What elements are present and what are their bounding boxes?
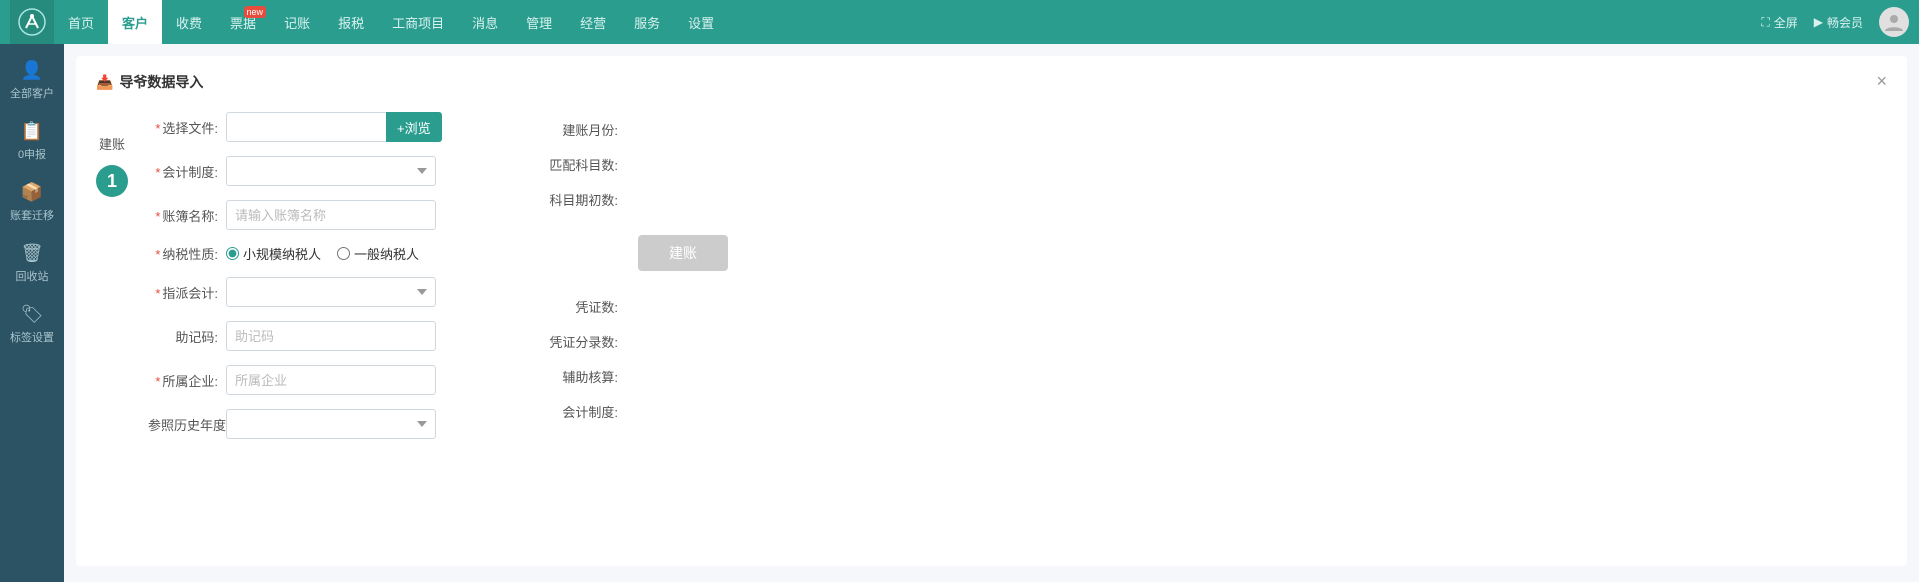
- info-row-build-month: 建账月份:: [528, 120, 728, 139]
- file-input[interactable]: [226, 112, 386, 142]
- nav-invoice[interactable]: 票据 new: [216, 0, 270, 44]
- nav-home[interactable]: 首页: [54, 0, 108, 44]
- company-label: *所属企业:: [148, 371, 218, 390]
- accounting-system-label: *会计制度:: [148, 162, 218, 181]
- history-year-row: 参照历史年度:: [148, 409, 488, 439]
- form-container: 建账 1 *选择文件: +浏览: [96, 112, 1887, 439]
- info-row-match-count: 匹配科目数:: [528, 155, 728, 174]
- sidebar-item-declare[interactable]: 📋 0申报: [0, 113, 64, 170]
- file-select-label: *选择文件:: [148, 118, 218, 137]
- info-row-voucher-entry-count: 凭证分录数:: [528, 332, 728, 351]
- step-label: 建账: [99, 134, 125, 153]
- form-fields: *选择文件: +浏览 *会计制度:: [148, 112, 488, 439]
- voucher-count-label: 凭证数:: [528, 297, 618, 316]
- recycle-icon: 🗑: [21, 243, 44, 264]
- user-avatar[interactable]: [1879, 7, 1909, 37]
- vip-icon: ▶: [1814, 15, 1823, 29]
- new-badge: new: [244, 6, 267, 18]
- right-panel: 建账月份: 匹配科目数: 科目期初数: 建账: [528, 112, 728, 439]
- vip-button[interactable]: ▶ 畅会员: [1814, 14, 1863, 31]
- voucher-entry-count-label: 凭证分录数:: [528, 332, 618, 351]
- aux-accounting-label: 辅助核算:: [528, 367, 618, 386]
- all-customers-icon: 👤: [21, 60, 43, 81]
- history-year-label: 参照历史年度:: [148, 415, 218, 434]
- fullscreen-button[interactable]: ⛶ 全屏: [1761, 14, 1797, 31]
- info-panel: 建账月份: 匹配科目数: 科目期初数: 建账: [528, 120, 728, 421]
- sidebar: 👤 全部客户 📋 0申报 📦 账套迁移 🗑 回收站 🏷 标签设置: [0, 44, 64, 582]
- memo-code-label: 助记码:: [148, 327, 218, 346]
- match-count-label: 匹配科目数:: [528, 155, 618, 174]
- nav-bookkeeping[interactable]: 记账: [270, 0, 324, 44]
- browse-button[interactable]: +浏览: [386, 112, 442, 142]
- main-layout: 👤 全部客户 📋 0申报 📦 账套迁移 🗑 回收站 🏷 标签设置 📥 导爷数据导…: [0, 44, 1919, 582]
- sidebar-item-tag-settings[interactable]: 🏷 标签设置: [0, 296, 64, 353]
- top-navigation: 首页 客户 收费 票据 new 记账 报税 工商项目 消息 管理 经营 服务 设…: [0, 0, 1919, 44]
- account-migrate-icon: 📦: [21, 182, 43, 203]
- nav-service[interactable]: 服务: [620, 0, 674, 44]
- company-input[interactable]: [226, 365, 436, 395]
- fullscreen-icon: ⛶: [1761, 15, 1769, 30]
- nav-message[interactable]: 消息: [458, 0, 512, 44]
- file-select-row: *选择文件: +浏览: [148, 112, 488, 142]
- assign-accountant-select[interactable]: [226, 277, 436, 307]
- info-row-accounting-system: 会计制度:: [528, 402, 728, 421]
- ledger-name-input[interactable]: [226, 200, 436, 230]
- nav-operation[interactable]: 经营: [566, 0, 620, 44]
- assign-accountant-row: *指派会计:: [148, 277, 488, 307]
- nav-tax[interactable]: 报税: [324, 0, 378, 44]
- build-account-button[interactable]: 建账: [638, 235, 728, 271]
- memo-code-row: 助记码:: [148, 321, 488, 351]
- accounting-system-row: *会计制度:: [148, 156, 488, 186]
- tax-general-radio[interactable]: [337, 247, 350, 260]
- page-title-icon: 📥: [96, 74, 113, 91]
- tax-general-option[interactable]: 一般纳税人: [337, 244, 419, 263]
- nav-fee[interactable]: 收费: [162, 0, 216, 44]
- step-section: 建账 1 *选择文件: +浏览: [96, 112, 488, 439]
- main-content: 📥 导爷数据导入 × 建账 1 *选择文: [64, 44, 1919, 582]
- step-badge: 1: [96, 165, 128, 197]
- ledger-name-label: *账簿名称:: [148, 206, 218, 225]
- close-button[interactable]: ×: [1876, 72, 1887, 90]
- nav-settings[interactable]: 设置: [674, 0, 728, 44]
- info-row-voucher-count: 凭证数:: [528, 297, 728, 316]
- memo-code-input[interactable]: [226, 321, 436, 351]
- history-year-select[interactable]: [226, 409, 436, 439]
- info-row-aux-accounting: 辅助核算:: [528, 367, 728, 386]
- tax-type-radio-group: 小规模纳税人 一般纳税人: [226, 244, 419, 263]
- declare-icon: 📋: [21, 121, 43, 142]
- assign-accountant-label: *指派会计:: [148, 283, 218, 302]
- tax-small-option[interactable]: 小规模纳税人: [226, 244, 321, 263]
- info-row-initial-balance: 科目期初数:: [528, 190, 728, 209]
- sidebar-item-all-customers[interactable]: 👤 全部客户: [0, 52, 64, 109]
- company-row: *所属企业:: [148, 365, 488, 395]
- tax-type-label: *纳税性质:: [148, 244, 218, 263]
- sidebar-item-account-migrate[interactable]: 📦 账套迁移: [0, 174, 64, 231]
- app-logo[interactable]: [10, 0, 54, 44]
- build-month-label: 建账月份:: [528, 120, 618, 139]
- initial-balance-label: 科目期初数:: [528, 190, 618, 209]
- tax-small-radio[interactable]: [226, 247, 239, 260]
- nav-biz[interactable]: 工商项目: [378, 0, 458, 44]
- accounting-system-info-label: 会计制度:: [528, 402, 618, 421]
- accounting-system-select[interactable]: [226, 156, 436, 186]
- ledger-name-row: *账簿名称:: [148, 200, 488, 230]
- page-area: 📥 导爷数据导入 × 建账 1 *选择文: [76, 56, 1907, 566]
- nav-management[interactable]: 管理: [512, 0, 566, 44]
- topnav-right: ⛶ 全屏 ▶ 畅会员: [1761, 7, 1909, 37]
- tag-settings-icon: 🏷: [21, 304, 44, 325]
- sidebar-item-recycle[interactable]: 🗑 回收站: [0, 235, 64, 292]
- page-title: 📥 导爷数据导入: [96, 72, 1887, 92]
- tax-type-row: *纳税性质: 小规模纳税人 一般纳税人: [148, 244, 488, 263]
- nav-customer[interactable]: 客户: [108, 0, 162, 44]
- file-input-wrap: +浏览: [226, 112, 442, 142]
